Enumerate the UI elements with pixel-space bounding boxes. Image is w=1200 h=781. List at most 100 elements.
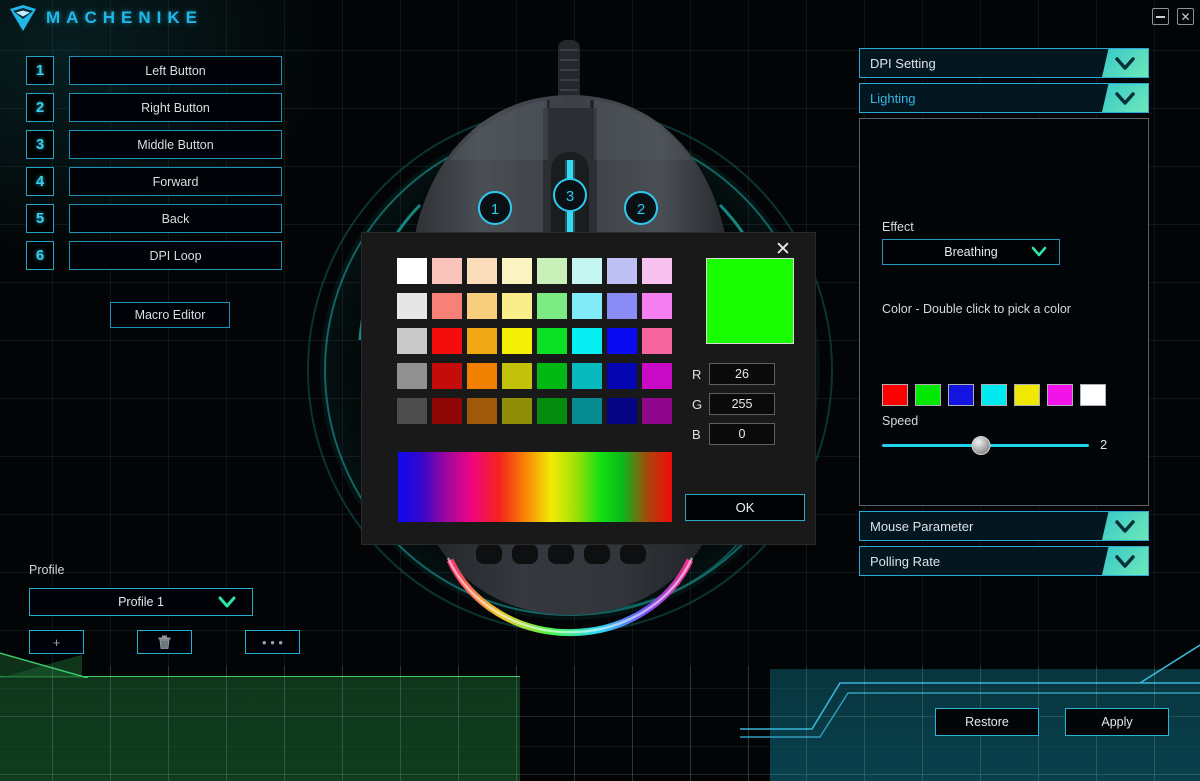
palette-swatch-1-7[interactable] bbox=[642, 293, 672, 319]
palette-swatch-0-4[interactable] bbox=[537, 258, 567, 284]
lighting-swatch-green[interactable] bbox=[915, 384, 941, 406]
lighting-swatch-cyan[interactable] bbox=[981, 384, 1007, 406]
profile-select[interactable]: Profile 1 bbox=[29, 588, 253, 616]
chevron-down-icon bbox=[1102, 512, 1148, 540]
accordion-polling-rate[interactable]: Polling Rate bbox=[859, 546, 1149, 576]
palette-swatch-1-2[interactable] bbox=[467, 293, 497, 319]
button-index: 5 bbox=[26, 204, 54, 233]
palette-swatch-1-5[interactable] bbox=[572, 293, 602, 319]
palette-swatch-0-3[interactable] bbox=[502, 258, 532, 284]
palette-swatch-3-1[interactable] bbox=[432, 363, 462, 389]
palette-swatch-4-0[interactable] bbox=[397, 398, 427, 424]
palette-swatch-3-7[interactable] bbox=[642, 363, 672, 389]
button-assign-dpi-loop[interactable]: DPI Loop bbox=[69, 241, 282, 270]
speed-slider-thumb[interactable] bbox=[971, 436, 991, 455]
settings-panel: DPI Setting Lighting Effect Breathing Co… bbox=[859, 48, 1149, 581]
color-picker-dialog: ✕ R 26 G 255 B 0 OK bbox=[362, 233, 815, 544]
chevron-down-icon bbox=[1031, 246, 1047, 257]
footer-actions: Restore Apply bbox=[935, 708, 1169, 736]
palette-swatch-3-2[interactable] bbox=[467, 363, 497, 389]
palette-swatch-3-5[interactable] bbox=[572, 363, 602, 389]
lighting-swatch-white[interactable] bbox=[1080, 384, 1106, 406]
palette-swatch-3-0[interactable] bbox=[397, 363, 427, 389]
button-assign-middle[interactable]: Middle Button bbox=[69, 130, 282, 159]
palette-swatch-0-0[interactable] bbox=[397, 258, 427, 284]
r-input[interactable]: 26 bbox=[709, 363, 775, 385]
palette-swatch-1-6[interactable] bbox=[607, 293, 637, 319]
button-index: 4 bbox=[26, 167, 54, 196]
lighting-swatch-blue[interactable] bbox=[948, 384, 974, 406]
accordion-mouse-parameter[interactable]: Mouse Parameter bbox=[859, 511, 1149, 541]
close-icon[interactable]: ✕ bbox=[1177, 8, 1194, 25]
effect-label: Effect bbox=[882, 220, 914, 234]
more-profile-options-button[interactable]: • • • bbox=[245, 630, 300, 654]
macro-editor-button[interactable]: Macro Editor bbox=[110, 302, 230, 328]
decor-bottom-left bbox=[0, 655, 520, 781]
rgb-row-r: R 26 bbox=[692, 363, 775, 385]
color-preview bbox=[706, 258, 794, 344]
accordion-lighting[interactable]: Lighting bbox=[859, 83, 1149, 113]
add-profile-button[interactable]: + bbox=[29, 630, 84, 654]
color-label: Color - Double click to pick a color bbox=[882, 302, 1071, 316]
effect-select[interactable]: Breathing bbox=[882, 239, 1060, 265]
button-row: 2 Right Button bbox=[26, 93, 282, 122]
button-row: 4 Forward bbox=[26, 167, 282, 196]
palette-grid bbox=[397, 258, 672, 424]
apply-button[interactable]: Apply bbox=[1065, 708, 1169, 736]
delete-profile-button[interactable] bbox=[137, 630, 192, 654]
brand-name: MACHENIKE bbox=[46, 8, 203, 27]
palette-swatch-3-6[interactable] bbox=[607, 363, 637, 389]
b-label: B bbox=[692, 426, 701, 442]
palette-swatch-0-7[interactable] bbox=[642, 258, 672, 284]
palette-swatch-4-5[interactable] bbox=[572, 398, 602, 424]
restore-button[interactable]: Restore bbox=[935, 708, 1039, 736]
titlebar: MACHENIKE ✕ bbox=[0, 0, 1200, 36]
svg-text:1: 1 bbox=[491, 201, 499, 218]
button-assign-left[interactable]: Left Button bbox=[69, 56, 282, 85]
palette-swatch-2-1[interactable] bbox=[432, 328, 462, 354]
palette-swatch-1-4[interactable] bbox=[537, 293, 567, 319]
palette-swatch-3-3[interactable] bbox=[502, 363, 532, 389]
palette-swatch-4-6[interactable] bbox=[607, 398, 637, 424]
g-input[interactable]: 255 bbox=[709, 393, 775, 415]
svg-text:2: 2 bbox=[637, 201, 645, 218]
rgb-row-g: G 255 bbox=[692, 393, 775, 415]
palette-swatch-4-7[interactable] bbox=[642, 398, 672, 424]
rgb-row-b: B 0 bbox=[692, 423, 775, 445]
palette-swatch-2-0[interactable] bbox=[397, 328, 427, 354]
lighting-swatch-magenta[interactable] bbox=[1047, 384, 1073, 406]
rgb-inputs: R 26 G 255 B 0 bbox=[692, 363, 775, 453]
palette-swatch-1-0[interactable] bbox=[397, 293, 427, 319]
b-input[interactable]: 0 bbox=[709, 423, 775, 445]
minimize-icon[interactable] bbox=[1152, 8, 1169, 25]
button-assign-forward[interactable]: Forward bbox=[69, 167, 282, 196]
palette-swatch-2-2[interactable] bbox=[467, 328, 497, 354]
lighting-swatch-red[interactable] bbox=[882, 384, 908, 406]
palette-swatch-4-3[interactable] bbox=[502, 398, 532, 424]
lighting-swatch-yellow[interactable] bbox=[1014, 384, 1040, 406]
hue-gradient-strip[interactable] bbox=[398, 452, 672, 522]
palette-swatch-0-2[interactable] bbox=[467, 258, 497, 284]
palette-swatch-1-3[interactable] bbox=[502, 293, 532, 319]
button-assign-right[interactable]: Right Button bbox=[69, 93, 282, 122]
button-assign-back[interactable]: Back bbox=[69, 204, 282, 233]
svg-text:3: 3 bbox=[566, 188, 574, 205]
palette-swatch-1-1[interactable] bbox=[432, 293, 462, 319]
palette-swatch-3-4[interactable] bbox=[537, 363, 567, 389]
palette-swatch-4-1[interactable] bbox=[432, 398, 462, 424]
palette-swatch-2-7[interactable] bbox=[642, 328, 672, 354]
palette-swatch-2-3[interactable] bbox=[502, 328, 532, 354]
palette-swatch-4-2[interactable] bbox=[467, 398, 497, 424]
button-index: 6 bbox=[26, 241, 54, 270]
palette-swatch-2-5[interactable] bbox=[572, 328, 602, 354]
speed-slider[interactable] bbox=[882, 436, 1089, 455]
ok-button[interactable]: OK bbox=[685, 494, 805, 521]
palette-swatch-2-6[interactable] bbox=[607, 328, 637, 354]
palette-swatch-4-4[interactable] bbox=[537, 398, 567, 424]
accordion-dpi-setting[interactable]: DPI Setting bbox=[859, 48, 1149, 78]
lighting-panel-body: Effect Breathing Color - Double click to… bbox=[859, 118, 1149, 506]
palette-swatch-2-4[interactable] bbox=[537, 328, 567, 354]
palette-swatch-0-6[interactable] bbox=[607, 258, 637, 284]
palette-swatch-0-1[interactable] bbox=[432, 258, 462, 284]
palette-swatch-0-5[interactable] bbox=[572, 258, 602, 284]
